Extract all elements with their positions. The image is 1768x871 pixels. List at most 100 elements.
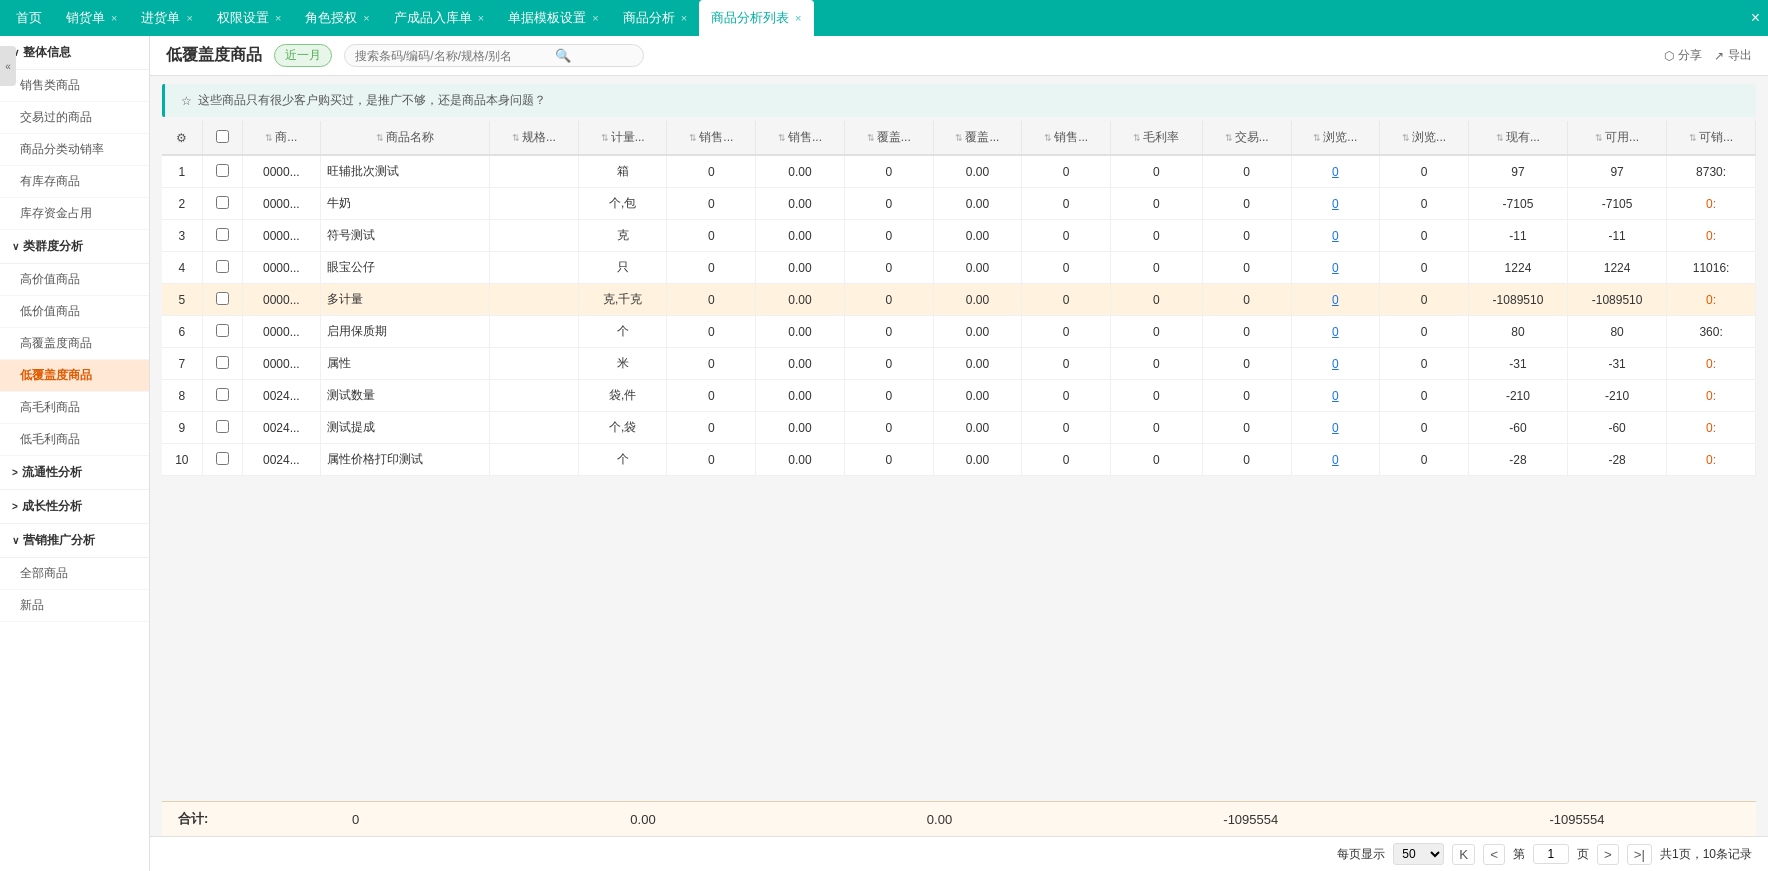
row-checkbox[interactable] <box>216 228 229 241</box>
nav-tab-analysis[interactable]: 商品分析 × <box>611 0 699 36</box>
row-checkbox[interactable] <box>216 260 229 273</box>
sidebar-item-high-value[interactable]: 高价值商品 <box>0 264 149 296</box>
nav-tab-templates[interactable]: 单据模板设置 × <box>496 0 610 36</box>
sellable-col-header[interactable]: ⇅可销... <box>1667 121 1756 155</box>
prev-page-button[interactable]: < <box>1483 844 1505 865</box>
checkbox-col-header[interactable] <box>202 121 242 155</box>
row-browse1[interactable]: 0 <box>1291 220 1380 252</box>
nav-tab-sales[interactable]: 销货单 × <box>54 0 129 36</box>
export-button[interactable]: ↗ 导出 <box>1714 47 1752 64</box>
trade-col-header[interactable]: ⇅交易... <box>1202 121 1291 155</box>
next-page-button[interactable]: > <box>1597 844 1619 865</box>
code-col-header[interactable]: ⇅商... <box>243 121 320 155</box>
row-browse1[interactable]: 0 <box>1291 412 1380 444</box>
row-checkbox-cell[interactable] <box>202 220 242 252</box>
row-checkbox-cell[interactable] <box>202 188 242 220</box>
sidebar-section-cluster[interactable]: ∨ 类群度分析 <box>0 230 149 264</box>
close-icon[interactable]: × <box>275 0 281 36</box>
name-col-header[interactable]: ⇅商品名称 <box>320 121 490 155</box>
sidebar-item-high-margin[interactable]: 高毛利商品 <box>0 392 149 424</box>
sidebar-item-low-value[interactable]: 低价值商品 <box>0 296 149 328</box>
sidebar-item-new-products[interactable]: 新品 <box>0 590 149 622</box>
row-checkbox[interactable] <box>216 452 229 465</box>
sidebar-item-category-rate[interactable]: 商品分类动销率 <box>0 134 149 166</box>
last-page-button[interactable]: >| <box>1627 844 1652 865</box>
date-filter-button[interactable]: 近一月 <box>274 44 332 67</box>
row-checkbox-cell[interactable] <box>202 155 242 188</box>
close-icon[interactable]: × <box>186 0 192 36</box>
select-all-checkbox[interactable] <box>216 130 229 143</box>
row-checkbox-cell[interactable] <box>202 348 242 380</box>
row-checkbox-cell[interactable] <box>202 380 242 412</box>
cover1-col-header[interactable]: ⇅覆盖... <box>844 121 933 155</box>
sales3-col-header[interactable]: ⇅销售... <box>1022 121 1111 155</box>
close-icon[interactable]: × <box>592 0 598 36</box>
close-icon[interactable]: × <box>478 0 484 36</box>
sidebar-item-all-products[interactable]: 全部商品 <box>0 558 149 590</box>
browse1-col-header[interactable]: ⇅浏览... <box>1291 121 1380 155</box>
sidebar-item-in-stock[interactable]: 有库存商品 <box>0 166 149 198</box>
sidebar-section-overall[interactable]: ∨ 整体信息 <box>0 36 149 70</box>
search-input[interactable] <box>355 49 555 63</box>
share-button[interactable]: ⬡ 分享 <box>1664 47 1702 64</box>
cover2-col-header[interactable]: ⇅覆盖... <box>933 121 1022 155</box>
row-browse1[interactable]: 0 <box>1291 188 1380 220</box>
row-checkbox[interactable] <box>216 324 229 337</box>
nav-tab-purchase[interactable]: 进货单 × <box>129 0 204 36</box>
nav-tab-role[interactable]: 角色授权 × <box>293 0 381 36</box>
row-checkbox-cell[interactable] <box>202 284 242 316</box>
sidebar-section-liquidity[interactable]: > 流通性分析 <box>0 456 149 490</box>
close-icon[interactable]: × <box>681 0 687 36</box>
close-all-button[interactable]: × <box>1751 9 1760 27</box>
row-checkbox-cell[interactable] <box>202 444 242 476</box>
row-checkbox[interactable] <box>216 292 229 305</box>
sidebar-item-high-coverage[interactable]: 高覆盖度商品 <box>0 328 149 360</box>
close-icon[interactable]: × <box>795 0 801 36</box>
sidebar-item-sales-products[interactable]: 销售类商品 <box>0 70 149 102</box>
browse2-col-header[interactable]: ⇅浏览... <box>1380 121 1469 155</box>
close-icon[interactable]: × <box>111 0 117 36</box>
gross-col-header[interactable]: ⇅毛利率 <box>1111 121 1203 155</box>
nav-tab-permissions[interactable]: 权限设置 × <box>205 0 293 36</box>
row-browse1[interactable]: 0 <box>1291 155 1380 188</box>
nav-tab-products[interactable]: 产成品入库单 × <box>382 0 496 36</box>
row-checkbox[interactable] <box>216 196 229 209</box>
row-checkbox-cell[interactable] <box>202 252 242 284</box>
row-checkbox[interactable] <box>216 356 229 369</box>
row-checkbox-cell[interactable] <box>202 316 242 348</box>
spec-col-header[interactable]: ⇅规格... <box>490 121 579 155</box>
row-checkbox[interactable] <box>216 420 229 433</box>
row-checkbox[interactable] <box>216 164 229 177</box>
sidebar-item-traded-products[interactable]: 交易过的商品 <box>0 102 149 134</box>
sales1-col-header[interactable]: ⇅销售... <box>667 121 756 155</box>
search-icon[interactable]: 🔍 <box>555 48 571 63</box>
nav-tab-home[interactable]: 首页 <box>4 0 54 36</box>
sales2-col-header[interactable]: ⇅销售... <box>756 121 845 155</box>
row-browse1[interactable]: 0 <box>1291 348 1380 380</box>
sidebar-section-marketing[interactable]: ∨ 营销推广分析 <box>0 524 149 558</box>
nav-tab-analysis-list[interactable]: 商品分析列表 × <box>699 0 813 36</box>
sidebar-section-growth[interactable]: > 成长性分析 <box>0 490 149 524</box>
unit-col-header[interactable]: ⇅计量... <box>578 121 667 155</box>
current-col-header[interactable]: ⇅现有... <box>1468 121 1567 155</box>
row-checkbox[interactable] <box>216 388 229 401</box>
row-sales3: 0 <box>1022 412 1111 444</box>
row-code: 0000... <box>243 316 320 348</box>
row-checkbox-cell[interactable] <box>202 412 242 444</box>
sidebar-collapse-button[interactable]: « <box>0 46 16 86</box>
row-browse1[interactable]: 0 <box>1291 380 1380 412</box>
close-icon[interactable]: × <box>363 0 369 36</box>
row-browse1[interactable]: 0 <box>1291 316 1380 348</box>
row-browse1[interactable]: 0 <box>1291 284 1380 316</box>
per-page-select[interactable]: 50 100 200 <box>1393 843 1444 865</box>
row-trade: 0 <box>1202 380 1291 412</box>
page-number-input[interactable] <box>1533 844 1569 864</box>
first-page-button[interactable]: K <box>1452 844 1475 865</box>
settings-col-header[interactable]: ⚙ <box>162 121 202 155</box>
row-browse1[interactable]: 0 <box>1291 252 1380 284</box>
available-col-header[interactable]: ⇅可用... <box>1568 121 1667 155</box>
sidebar-item-low-margin[interactable]: 低毛利商品 <box>0 424 149 456</box>
sidebar-item-capital[interactable]: 库存资金占用 <box>0 198 149 230</box>
sidebar-item-low-coverage[interactable]: 低覆盖度商品 <box>0 360 149 392</box>
row-browse1[interactable]: 0 <box>1291 444 1380 476</box>
